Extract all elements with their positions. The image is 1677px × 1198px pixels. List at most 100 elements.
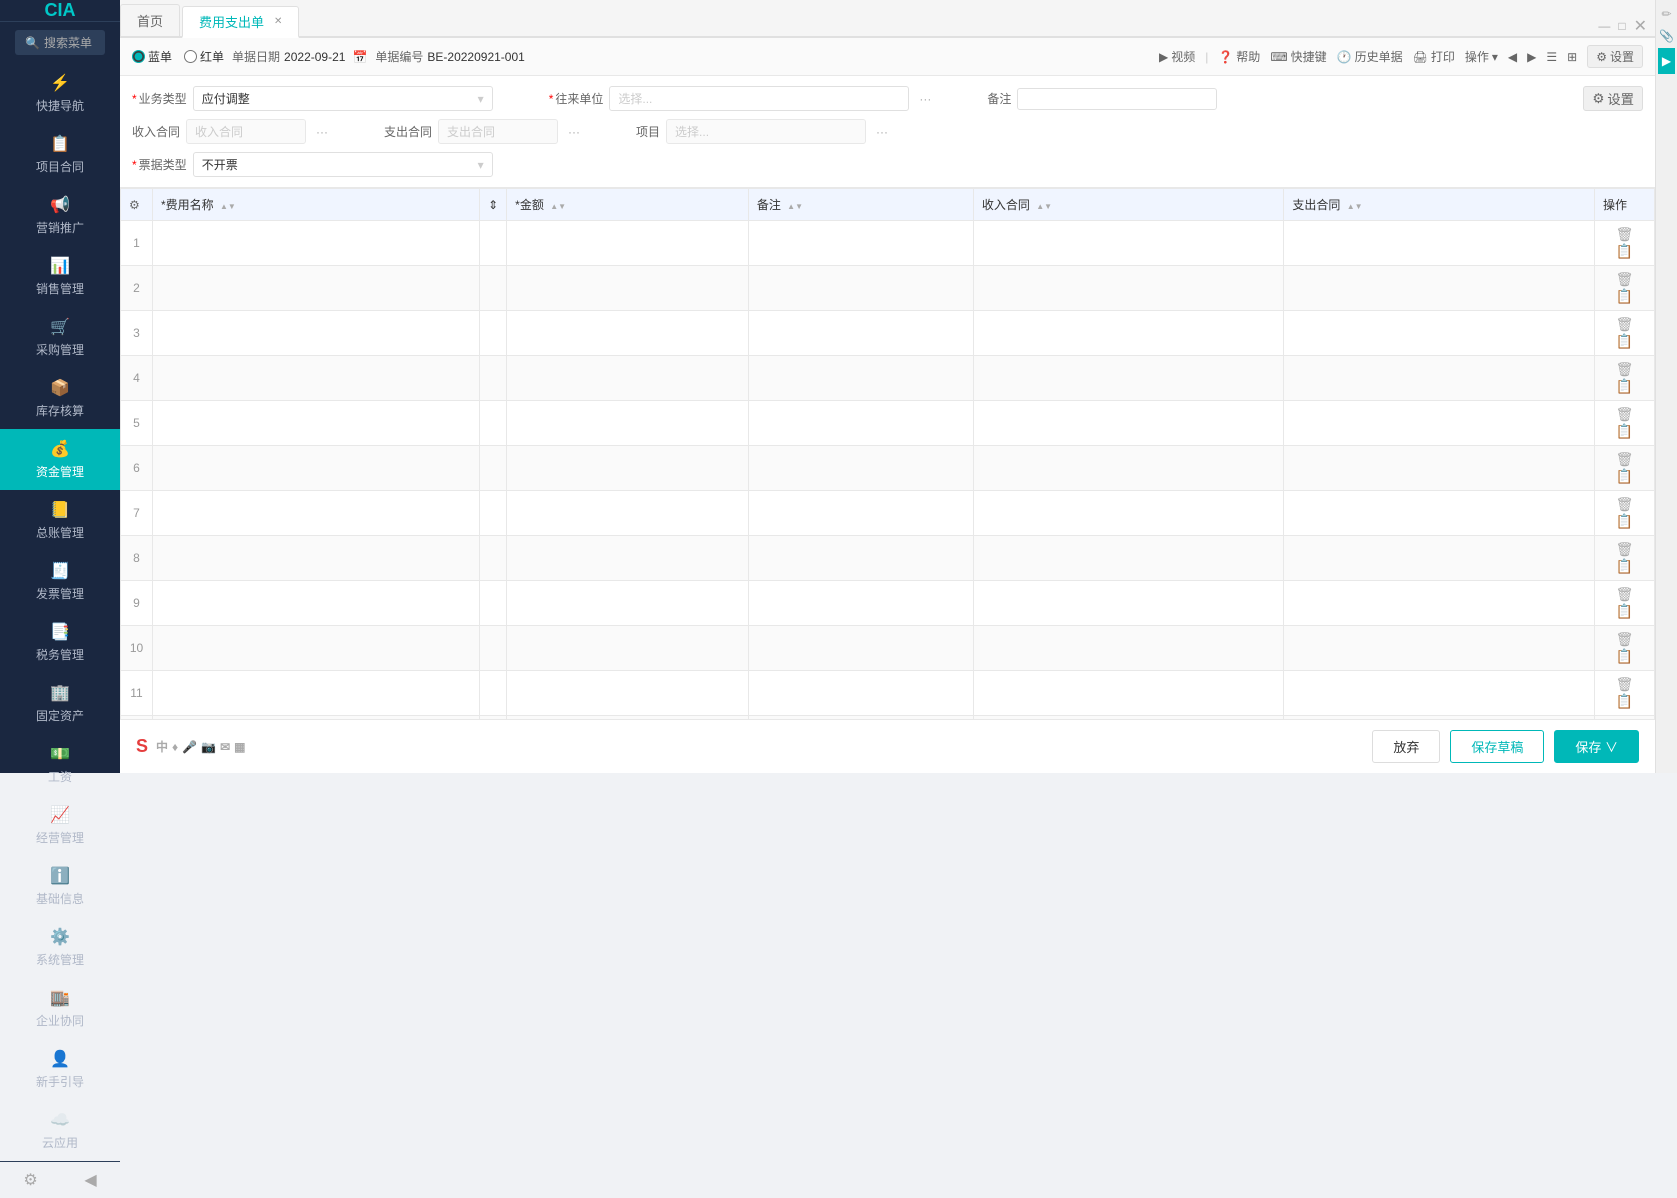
th-settings[interactable]: ⚙ <box>121 189 153 221</box>
delete-row-8-button[interactable]: 🗑 <box>1616 541 1634 557</box>
col-settings-icon[interactable]: ⚙ <box>129 198 140 212</box>
row-4-expense-contract[interactable] <box>1284 356 1595 401</box>
sidebar-item-tax-mgmt[interactable]: 📑 税务管理 <box>0 612 120 673</box>
row-3-remark[interactable] <box>748 311 973 356</box>
blue-radio-label[interactable]: 蓝单 <box>132 48 172 65</box>
restore-icon[interactable]: □ <box>1618 19 1625 33</box>
row-4-remark[interactable] <box>748 356 973 401</box>
sort-expense-name-icon[interactable]: ▲▼ <box>220 202 236 211</box>
sidebar-item-salary[interactable]: 💵 工资 <box>0 734 120 795</box>
row-4-income-contract[interactable] <box>973 356 1284 401</box>
row-6-income-contract[interactable] <box>973 446 1284 491</box>
business-type-select[interactable]: 应付调整 ▾ <box>193 86 493 111</box>
row-8-remark[interactable] <box>748 536 973 581</box>
row-3-expense-contract[interactable] <box>1284 311 1595 356</box>
row-6-remark[interactable] <box>748 446 973 491</box>
row-2-remark[interactable] <box>748 266 973 311</box>
delete-row-9-button[interactable]: 🗑 <box>1616 586 1634 602</box>
row-11-income-contract[interactable] <box>973 671 1284 716</box>
red-radio-label[interactable]: 红单 <box>184 48 224 65</box>
row-7-amount[interactable] <box>507 491 749 536</box>
sort-amount-icon[interactable]: ▲▼ <box>550 202 566 211</box>
row-2-expense-contract[interactable] <box>1284 266 1595 311</box>
sidebar-item-inventory[interactable]: 📦 库存核算 <box>0 368 120 429</box>
income-contract-more[interactable]: ··· <box>316 125 328 139</box>
row-10-expense-contract[interactable] <box>1284 626 1595 671</box>
row-10-income-contract[interactable] <box>973 626 1284 671</box>
row-6-expense-contract[interactable] <box>1284 446 1595 491</box>
right-strip-icon-2[interactable]: 📎 <box>1656 26 1677 46</box>
blue-radio-input[interactable] <box>132 50 145 63</box>
sidebar-item-quick-nav[interactable]: ⚡ 快捷导航 <box>0 63 120 124</box>
copy-row-7-button[interactable]: 📋 <box>1616 513 1633 529</box>
row-11-expense-name[interactable] <box>153 671 480 716</box>
list-view-button[interactable]: ☰ <box>1546 50 1557 64</box>
row-9-expense-name[interactable] <box>153 581 480 626</box>
row-5-expense-name[interactable] <box>153 401 480 446</box>
row-9-remark[interactable] <box>748 581 973 626</box>
partner-select[interactable]: 选择... <box>609 86 909 111</box>
delete-row-5-button[interactable]: 🗑 <box>1616 406 1634 422</box>
sort-income-icon[interactable]: ▲▼ <box>1036 202 1052 211</box>
form-settings-button[interactable]: ⚙ 设置 <box>1583 86 1643 111</box>
row-2-amount[interactable] <box>507 266 749 311</box>
right-strip-icon-1[interactable]: ✏ <box>1658 4 1674 24</box>
row-5-amount[interactable] <box>507 401 749 446</box>
delete-row-3-button[interactable]: 🗑 <box>1616 316 1634 332</box>
copy-row-3-button[interactable]: 📋 <box>1616 333 1633 349</box>
copy-row-9-button[interactable]: 📋 <box>1616 603 1633 619</box>
delete-row-1-button[interactable]: 🗑 <box>1616 226 1634 242</box>
row-2-expense-name[interactable] <box>153 266 480 311</box>
sidebar-item-system-mgmt[interactable]: ⚙️ 系统管理 <box>0 917 120 978</box>
row-3-income-contract[interactable] <box>973 311 1284 356</box>
sidebar-item-purchase-mgmt[interactable]: 🛒 采购管理 <box>0 307 120 368</box>
minimize-icon[interactable]: — <box>1598 19 1610 33</box>
delete-row-7-button[interactable]: 🗑 <box>1616 496 1634 512</box>
sidebar-item-business-mgmt[interactable]: 📈 经营管理 <box>0 795 120 856</box>
row-9-income-contract[interactable] <box>973 581 1284 626</box>
discard-button[interactable]: 放弃 <box>1372 730 1440 763</box>
shortcut-button[interactable]: ⌨ 快捷键 <box>1270 48 1326 65</box>
copy-row-8-button[interactable]: 📋 <box>1616 558 1633 574</box>
row-1-expense-contract[interactable] <box>1284 221 1595 266</box>
row-1-expense-name[interactable] <box>153 221 480 266</box>
calendar-icon[interactable]: 📅 <box>352 50 367 64</box>
row-1-amount[interactable] <box>507 221 749 266</box>
sidebar-item-new-user[interactable]: 👤 新手引导 <box>0 1039 120 1100</box>
row-10-expense-name[interactable] <box>153 626 480 671</box>
nav-prev-button[interactable]: ◀ <box>1508 50 1517 64</box>
tab-expense[interactable]: 费用支出单 ✕ <box>182 6 299 38</box>
sidebar-item-cloud-apps[interactable]: ☁️ 云应用 <box>0 1100 120 1161</box>
row-11-amount[interactable] <box>507 671 749 716</box>
row-5-expense-contract[interactable] <box>1284 401 1595 446</box>
row-11-expense-contract[interactable] <box>1284 671 1595 716</box>
tab-home[interactable]: 首页 <box>120 4 180 36</box>
sidebar-item-basic-info[interactable]: ℹ️ 基础信息 <box>0 856 120 917</box>
row-7-expense-name[interactable] <box>153 491 480 536</box>
row-7-expense-contract[interactable] <box>1284 491 1595 536</box>
row-6-expense-name[interactable] <box>153 446 480 491</box>
row-4-amount[interactable] <box>507 356 749 401</box>
sort-remark-icon[interactable]: ▲▼ <box>787 202 803 211</box>
sort-expense-icon[interactable]: ▲▼ <box>1347 202 1363 211</box>
sidebar-item-project-contract[interactable]: 📋 项目合同 <box>0 124 120 185</box>
delete-row-2-button[interactable]: 🗑 <box>1616 271 1634 287</box>
actions-button[interactable]: 操作 ▾ <box>1465 48 1498 65</box>
row-1-remark[interactable] <box>748 221 973 266</box>
right-strip-icon-3[interactable]: ▶ <box>1658 48 1675 74</box>
expense-contract-input[interactable]: 支出合同 <box>438 119 558 144</box>
copy-row-4-button[interactable]: 📋 <box>1616 378 1633 394</box>
sidebar-item-enterprise[interactable]: 🏬 企业协同 <box>0 978 120 1039</box>
row-2-income-contract[interactable] <box>973 266 1284 311</box>
delete-row-6-button[interactable]: 🗑 <box>1616 451 1634 467</box>
expense-contract-more[interactable]: ··· <box>568 125 580 139</box>
copy-row-10-button[interactable]: 📋 <box>1616 648 1633 664</box>
sidebar-item-sales-mgmt[interactable]: 📊 销售管理 <box>0 246 120 307</box>
sidebar-item-sales-promotion[interactable]: 📢 营销推广 <box>0 185 120 246</box>
close-window-button[interactable]: ✕ <box>1634 16 1647 36</box>
row-8-income-contract[interactable] <box>973 536 1284 581</box>
copy-row-5-button[interactable]: 📋 <box>1616 423 1633 439</box>
income-contract-input[interactable]: 收入合同 <box>186 119 306 144</box>
row-9-expense-contract[interactable] <box>1284 581 1595 626</box>
row-1-income-contract[interactable] <box>973 221 1284 266</box>
